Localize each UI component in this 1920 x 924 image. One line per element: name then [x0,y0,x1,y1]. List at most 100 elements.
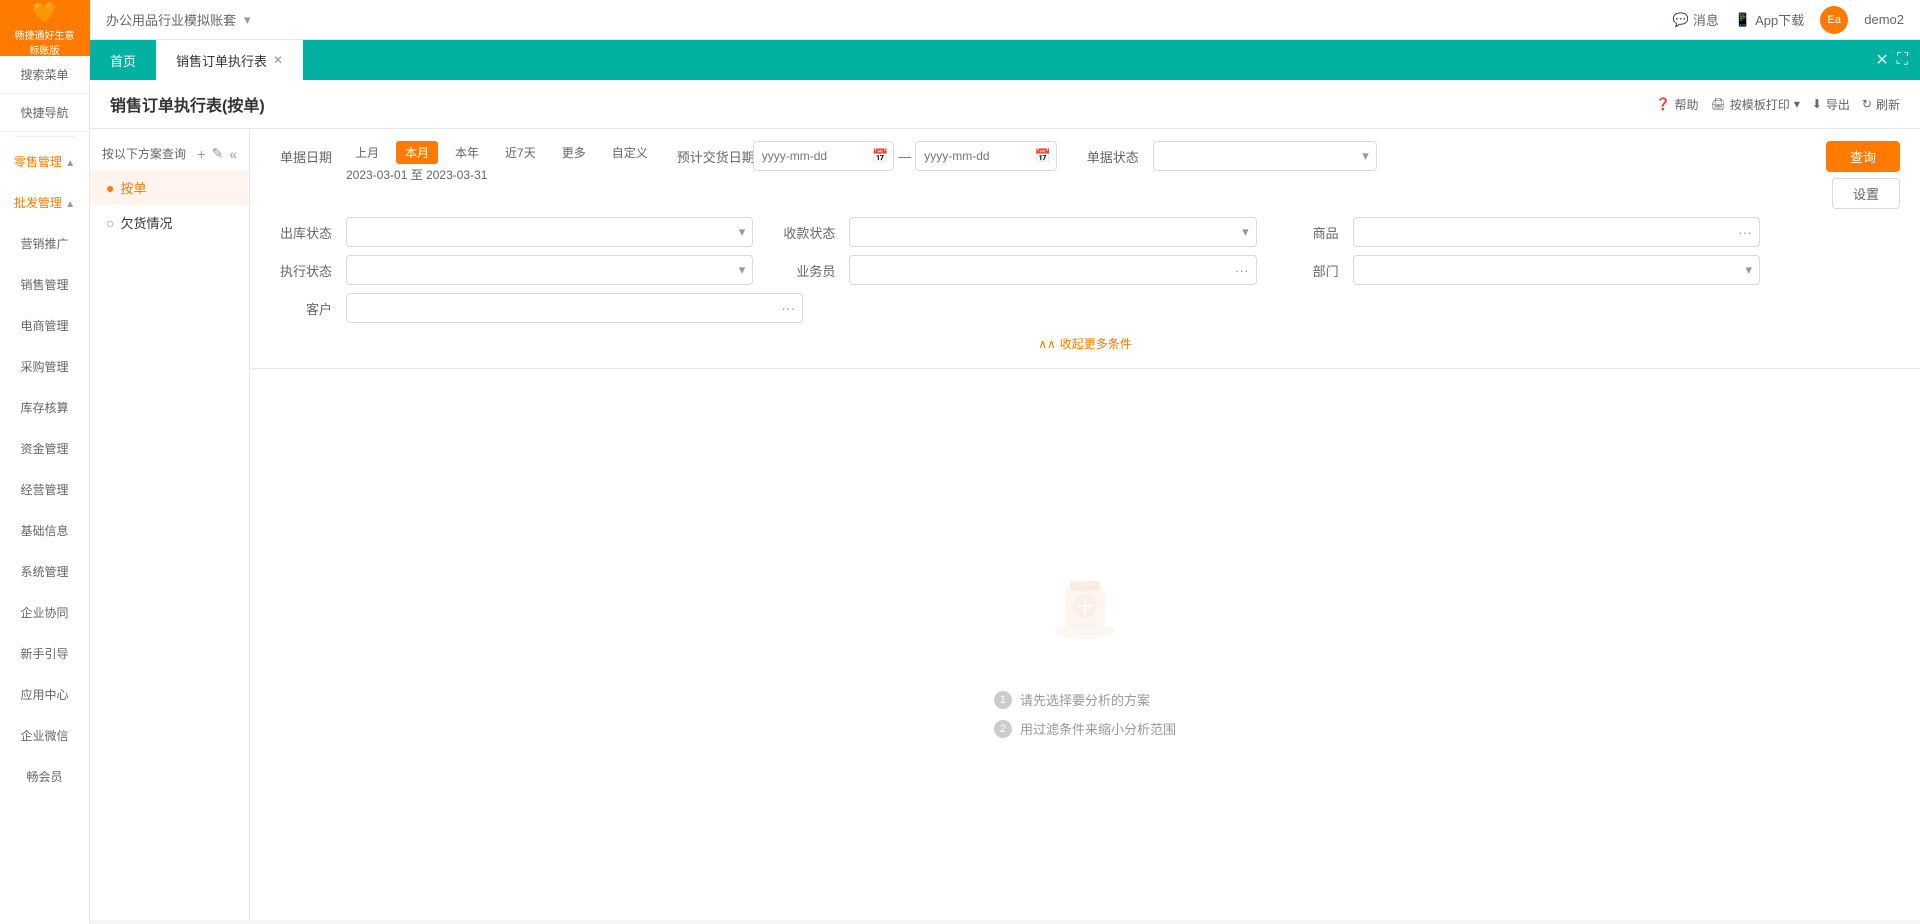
sidebar-item-ecommerce[interactable]: 电商管理 [0,305,90,346]
empty-steps: 1 请先选择要分析的方案 2 用过滤条件来缩小分析范围 [994,690,1176,738]
more-btn[interactable]: 更多 [553,141,595,164]
export-label: 导出 [1826,96,1850,113]
edit-scheme-icon[interactable]: ✎ [211,145,223,162]
sidebar-item-guide[interactable]: 新手引导 [0,633,90,674]
print-button[interactable]: 🖨 按模板打印 ▾ [1711,96,1800,113]
breadcrumb-text: 办公用品行业模拟账套 [106,10,236,29]
date-options: 上月 本月 本年 近7天 更多 自定义 2023-03-01 至 2023-03… [346,141,657,183]
empty-state: 1 请先选择要分析的方案 2 用过滤条件来缩小分析范围 [250,369,1920,920]
logo-subtext: 标账版 [30,42,60,57]
sidebar-item-marketing[interactable]: 营销推广 [0,223,90,264]
department-select[interactable] [1353,255,1760,285]
tabbar-actions: ✕ ⛶ [1875,50,1920,70]
tab-close-icon[interactable]: ✕ [273,53,283,67]
left-panel-item-by-order[interactable]: ● 按单 [90,170,249,205]
sidebar-item-inventory[interactable]: 库存核算 [0,387,90,428]
tab-sales-order-label: 销售订单执行表 [176,51,267,70]
sidebar-item-enterprise[interactable]: 企业协同 [0,592,90,633]
step-num-1: 1 [994,691,1012,709]
sidebar-quick-nav[interactable]: 快捷导航 [0,94,90,132]
tab-close-button[interactable]: ✕ [1875,50,1888,70]
sidebar-item-finance[interactable]: 资金管理 [0,428,90,469]
download-icon: 📱 [1735,12,1751,28]
main-content: 办公用品行业模拟账套 ▾ 💬 消息 📱 App下载 Ea demo2 首页 销售… [90,0,1920,924]
salesperson-label: 业务员 [773,261,843,280]
payment-status-select[interactable] [849,217,1256,247]
export-icon: ⬇ [1812,97,1822,111]
app-download-label: App下载 [1755,10,1804,29]
product-input[interactable] [1353,217,1760,247]
collapse-filter-button[interactable]: ∧∧ 收起更多条件 [270,327,1900,356]
collapse-filter-label: 收起更多条件 [1060,335,1132,352]
app-download-button[interactable]: 📱 App下载 [1735,10,1804,29]
date-label: 单据日期 [270,141,340,166]
payment-status-label: 收款状态 [773,223,843,242]
collapse-left-panel-icon[interactable]: « [229,146,237,162]
add-scheme-icon[interactable]: + [197,146,205,162]
print-arrow: ▾ [1794,97,1800,111]
custom-btn[interactable]: 自定义 [603,141,657,164]
current-month-btn[interactable]: 本月 [396,141,438,164]
filter-actions: 查询 设置 [1810,141,1900,209]
customer-more-icon[interactable]: ··· [781,300,795,316]
sidebar-item-member[interactable]: 畅会员 [0,756,90,797]
search-button[interactable]: 查询 [1826,141,1900,172]
left-panel-title: 按以下方案查询 [102,145,186,162]
by-receivables-icon: ○ [106,215,114,231]
delivery-status-label: 出库状态 [270,223,340,242]
refresh-icon: ↻ [1862,97,1872,111]
delivery-status-select[interactable] [346,217,753,247]
logo[interactable]: 🧡 畅捷通好生意 标账版 [0,0,90,56]
last7-btn[interactable]: 近7天 [496,141,545,164]
date-to-calendar-icon[interactable]: 📅 [1035,148,1051,164]
sidebar-item-retail[interactable]: 零售管理 ▲ [0,141,90,182]
sidebar-item-apps[interactable]: 应用中心 [0,674,90,715]
empty-step-2: 2 用过滤条件来缩小分析范围 [994,719,1176,738]
sidebar: 🧡 畅捷通好生意 标账版 搜索菜单 快捷导航 零售管理 ▲ 批发管理 ▲ 营销推… [0,0,90,924]
by-receivables-label: 欠货情况 [120,213,172,232]
expected-delivery-label: 预计交货日期 [677,147,747,166]
sidebar-item-sales-mgmt[interactable]: 销售管理 [0,264,90,305]
product-more-icon[interactable]: ··· [1738,224,1752,240]
refresh-button[interactable]: ↻ 刷新 [1862,96,1900,113]
tab-sales-order[interactable]: 销售订单执行表 ✕ [156,40,303,80]
sidebar-expand-icon-2: ▲ [65,199,75,210]
page-header: 销售订单执行表(按单) ❓ 帮助 🖨 按模板打印 ▾ ⬇ 导出 ↻ 刷新 [90,80,1920,129]
logo-text: 畅捷通好生意 [15,27,75,42]
sidebar-search[interactable]: 搜索菜单 [0,56,90,94]
print-label: 按模板打印 [1730,96,1790,113]
help-button[interactable]: ❓ 帮助 [1656,96,1699,113]
current-year-btn[interactable]: 本年 [446,141,488,164]
user-name[interactable]: demo2 [1864,12,1904,27]
sidebar-item-basic[interactable]: 基础信息 [0,510,90,551]
export-button[interactable]: ⬇ 导出 [1812,96,1850,113]
sidebar-expand-icon: ▲ [65,158,75,169]
user-avatar[interactable]: Ea [1820,6,1848,34]
execution-status-select[interactable] [346,255,753,285]
department-label: 部门 [1277,261,1347,280]
filter-area: 单据日期 上月 本月 本年 近7天 更多 自定义 20 [250,129,1920,369]
left-panel-icons: + ✎ « [197,145,237,162]
sidebar-item-wechat[interactable]: 企业微信 [0,715,90,756]
left-panel-item-by-receivables[interactable]: ○ 欠货情况 [90,205,249,240]
date-from-calendar-icon[interactable]: 📅 [872,148,888,164]
customer-input[interactable] [346,293,803,323]
status-select[interactable] [1153,141,1377,171]
sidebar-item-wholesale[interactable]: 批发管理 ▲ [0,182,90,223]
tab-home[interactable]: 首页 [90,40,156,80]
sidebar-item-purchase[interactable]: 采购管理 [0,346,90,387]
date-filter-row: 上月 本月 本年 近7天 更多 自定义 [346,141,657,164]
page-content: 销售订单执行表(按单) ❓ 帮助 🖨 按模板打印 ▾ ⬇ 导出 ↻ 刷新 [90,80,1920,924]
settings-button[interactable]: 设置 [1832,178,1900,209]
sidebar-item-operations[interactable]: 经营管理 [0,469,90,510]
tab-expand-button[interactable]: ⛶ [1897,51,1908,69]
by-order-label: 按单 [120,178,146,197]
salesperson-more-icon[interactable]: ··· [1235,262,1249,278]
prev-month-btn[interactable]: 上月 [346,141,388,164]
breadcrumb-arrow[interactable]: ▾ [244,12,251,28]
step-1-text: 请先选择要分析的方案 [1020,690,1150,709]
tab-home-label: 首页 [110,51,136,70]
sidebar-item-system[interactable]: 系统管理 [0,551,90,592]
salesperson-input[interactable] [849,255,1256,285]
message-button[interactable]: 💬 消息 [1673,10,1719,29]
